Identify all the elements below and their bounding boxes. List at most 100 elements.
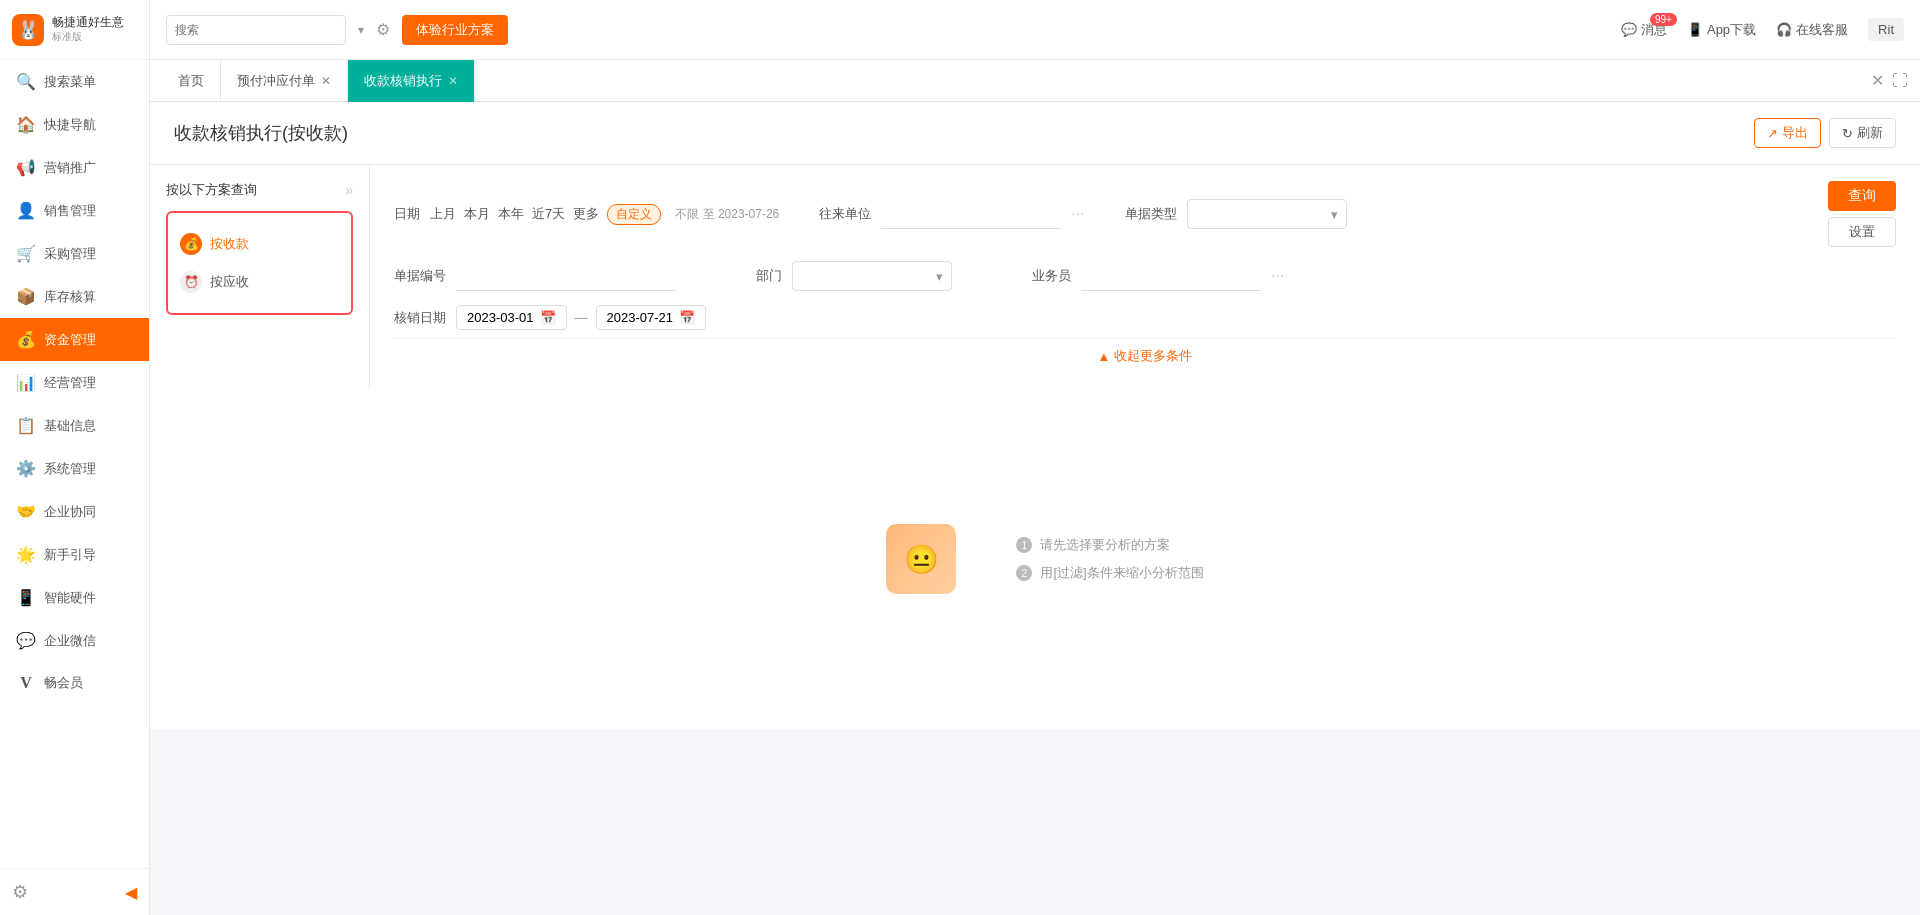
home-icon: 🏠 <box>16 115 36 134</box>
app-label: App下载 <box>1707 21 1756 39</box>
page-header: 收款核销执行(按收款) ↗ 导出 ↻ 刷新 <box>150 102 1920 165</box>
tab-close-icon[interactable]: ✕ <box>1871 71 1884 90</box>
topbar-app-download[interactable]: 📱 App下载 <box>1687 21 1756 39</box>
date-shortcut-this-month[interactable]: 本月 <box>464 205 490 223</box>
topbar-chevron-icon[interactable]: ▾ <box>358 23 364 37</box>
refresh-button[interactable]: ↻ 刷新 <box>1829 118 1896 148</box>
counterpart-ellipsis[interactable]: ··· <box>1071 205 1084 223</box>
date-filter-group: 日期 上月 本月 本年 近7天 更多 自定义 不限 至 2023-07-26 <box>394 204 779 225</box>
filter-sidebar-collapse[interactable]: » <box>345 182 353 198</box>
empty-illustration: 😐 <box>866 504 976 614</box>
verify-date-end-input[interactable]: 2023-07-21 📅 <box>596 305 707 330</box>
export-icon: ↗ <box>1767 126 1778 141</box>
sidebar-item-vip[interactable]: V 畅会员 <box>0 662 149 704</box>
topbar-gear-icon[interactable]: ⚙ <box>376 20 390 39</box>
sidebar-item-hardware[interactable]: 📱 智能硬件 <box>0 576 149 619</box>
filter-row-2: 单据编号 部门 ▾ 业务员 ··· <box>394 261 1896 291</box>
settings-button[interactable]: 设置 <box>1828 217 1896 247</box>
logo-line1: 畅捷通好生意 <box>52 15 124 31</box>
topbar-right: 💬 消息 99+ 📱 App下载 🎧 在线客服 Rit <box>1621 18 1904 41</box>
topbar-user[interactable]: Rit <box>1868 18 1904 41</box>
sidebar-label-marketing: 营销推广 <box>44 159 96 177</box>
doc-type-label: 单据类型 <box>1125 205 1177 223</box>
vip-icon: V <box>16 674 36 692</box>
filter-option-by-receipt[interactable]: 💰 按收款 <box>180 225 339 263</box>
page-content: 收款核销执行(按收款) ↗ 导出 ↻ 刷新 按以下方案查询 » <box>150 102 1920 915</box>
tab-expand-icon[interactable]: ⛶ <box>1892 72 1908 90</box>
filter-sidebar: 按以下方案查询 » 💰 按收款 ⏰ 按应收 <box>150 165 370 389</box>
sidebar-item-operations[interactable]: 📊 经营管理 <box>0 361 149 404</box>
sidebar-settings-icon[interactable]: ⚙ <box>12 881 28 903</box>
dept-select[interactable]: ▾ <box>792 261 952 291</box>
collapse-more-icon: ▲ <box>1098 349 1111 364</box>
filter-option-by-receivable[interactable]: ⏰ 按应收 <box>180 263 339 301</box>
tab-collection-close[interactable]: ✕ <box>448 74 458 88</box>
date-shortcut-this-year[interactable]: 本年 <box>498 205 524 223</box>
tab-prepaid-close[interactable]: ✕ <box>321 74 331 88</box>
sidebar-item-wechat[interactable]: 💬 企业微信 <box>0 619 149 662</box>
filter-sidebar-title: 按以下方案查询 <box>166 181 257 199</box>
topbar: ▾ ⚙ 体验行业方案 💬 消息 99+ 📱 App下载 🎧 在线客服 Rit <box>150 0 1920 60</box>
date-shortcut-custom[interactable]: 自定义 <box>607 204 661 225</box>
sidebar-item-guide[interactable]: 🌟 新手引导 <box>0 533 149 576</box>
export-label: 导出 <box>1782 124 1808 142</box>
sidebar-item-quick-nav[interactable]: 🏠 快捷导航 <box>0 103 149 146</box>
date-no-limit: 不限 至 2023-07-26 <box>675 206 779 223</box>
collapse-more-button[interactable]: ▲ 收起更多条件 <box>394 338 1896 373</box>
doc-no-input-area[interactable] <box>456 261 676 291</box>
doc-type-select[interactable]: ▾ <box>1187 199 1347 229</box>
staff-input-area[interactable] <box>1081 261 1261 291</box>
sidebar-label-vip: 畅会员 <box>44 674 83 692</box>
sidebar-label-wechat: 企业微信 <box>44 632 96 650</box>
topbar-message[interactable]: 💬 消息 99+ <box>1621 21 1667 39</box>
filter-option-receipt-label: 按收款 <box>210 235 249 253</box>
service-label: 在线客服 <box>1796 21 1848 39</box>
sidebar-label-quick-nav: 快捷导航 <box>44 116 96 134</box>
tab-prepaid-label: 预付冲应付单 <box>237 72 315 90</box>
empty-robot-box: 😐 <box>886 524 956 594</box>
export-button[interactable]: ↗ 导出 <box>1754 118 1821 148</box>
sidebar-item-finance[interactable]: 💰 资金管理 <box>0 318 149 361</box>
page-actions: ↗ 导出 ↻ 刷新 <box>1754 118 1896 148</box>
date-shortcuts: 上月 本月 本年 近7天 更多 自定义 <box>430 204 661 225</box>
hardware-icon: 📱 <box>16 588 36 607</box>
system-icon: ⚙️ <box>16 459 36 478</box>
topbar-search-input[interactable] <box>166 15 346 45</box>
date-filter-label: 日期 <box>394 205 420 223</box>
empty-state: 😐 1 请先选择要分析的方案 2 用[过滤]条件来缩小分析范围 <box>150 389 1920 729</box>
verify-date-start-cal-icon: 📅 <box>540 310 556 325</box>
empty-state-content: 😐 1 请先选择要分析的方案 2 用[过滤]条件来缩小分析范围 <box>866 504 1203 614</box>
staff-ellipsis[interactable]: ··· <box>1271 267 1284 285</box>
date-shortcut-last-month[interactable]: 上月 <box>430 205 456 223</box>
sidebar-item-search[interactable]: 🔍 搜索菜单 <box>0 60 149 103</box>
counterpart-label: 往来单位 <box>819 205 871 223</box>
sidebar-item-enterprise[interactable]: 🤝 企业协同 <box>0 490 149 533</box>
tab-home-label: 首页 <box>178 72 204 90</box>
sidebar-item-sales[interactable]: 👤 销售管理 <box>0 189 149 232</box>
tab-home[interactable]: 首页 <box>162 60 221 102</box>
tab-collection[interactable]: 收款核销执行 ✕ <box>348 60 475 102</box>
date-shortcut-more[interactable]: 更多 <box>573 205 599 223</box>
sidebar-item-system[interactable]: ⚙️ 系统管理 <box>0 447 149 490</box>
verify-date-start-input[interactable]: 2023-03-01 📅 <box>456 305 567 330</box>
tab-prepaid[interactable]: 预付冲应付单 ✕ <box>221 60 348 102</box>
sidebar-nav: 🔍 搜索菜单 🏠 快捷导航 📢 营销推广 👤 销售管理 🛒 采购管理 📦 库存核… <box>0 60 149 868</box>
sidebar-item-inventory[interactable]: 📦 库存核算 <box>0 275 149 318</box>
logo-icon: 🐰 <box>12 14 44 46</box>
sidebar-item-basic-info[interactable]: 📋 基础信息 <box>0 404 149 447</box>
message-badge: 99+ <box>1650 13 1677 26</box>
industry-solution-button[interactable]: 体验行业方案 <box>402 15 508 45</box>
verify-date-label: 核销日期 <box>394 309 446 327</box>
doc-type-filter-group: 单据类型 ▾ <box>1125 199 1347 229</box>
date-shortcut-7days[interactable]: 近7天 <box>532 205 565 223</box>
doc-no-filter-group: 单据编号 <box>394 261 676 291</box>
query-button[interactable]: 查询 <box>1828 181 1896 211</box>
sidebar-item-purchase[interactable]: 🛒 采购管理 <box>0 232 149 275</box>
sidebar-label-operations: 经营管理 <box>44 374 96 392</box>
sidebar-logo: 🐰 畅捷通好生意 标准版 <box>0 0 149 60</box>
sidebar-collapse-icon[interactable]: ◀ <box>125 883 137 902</box>
topbar-online-service[interactable]: 🎧 在线客服 <box>1776 21 1848 39</box>
sidebar-item-marketing[interactable]: 📢 营销推广 <box>0 146 149 189</box>
empty-step-2: 2 用[过滤]条件来缩小分析范围 <box>1016 564 1203 582</box>
basic-info-icon: 📋 <box>16 416 36 435</box>
